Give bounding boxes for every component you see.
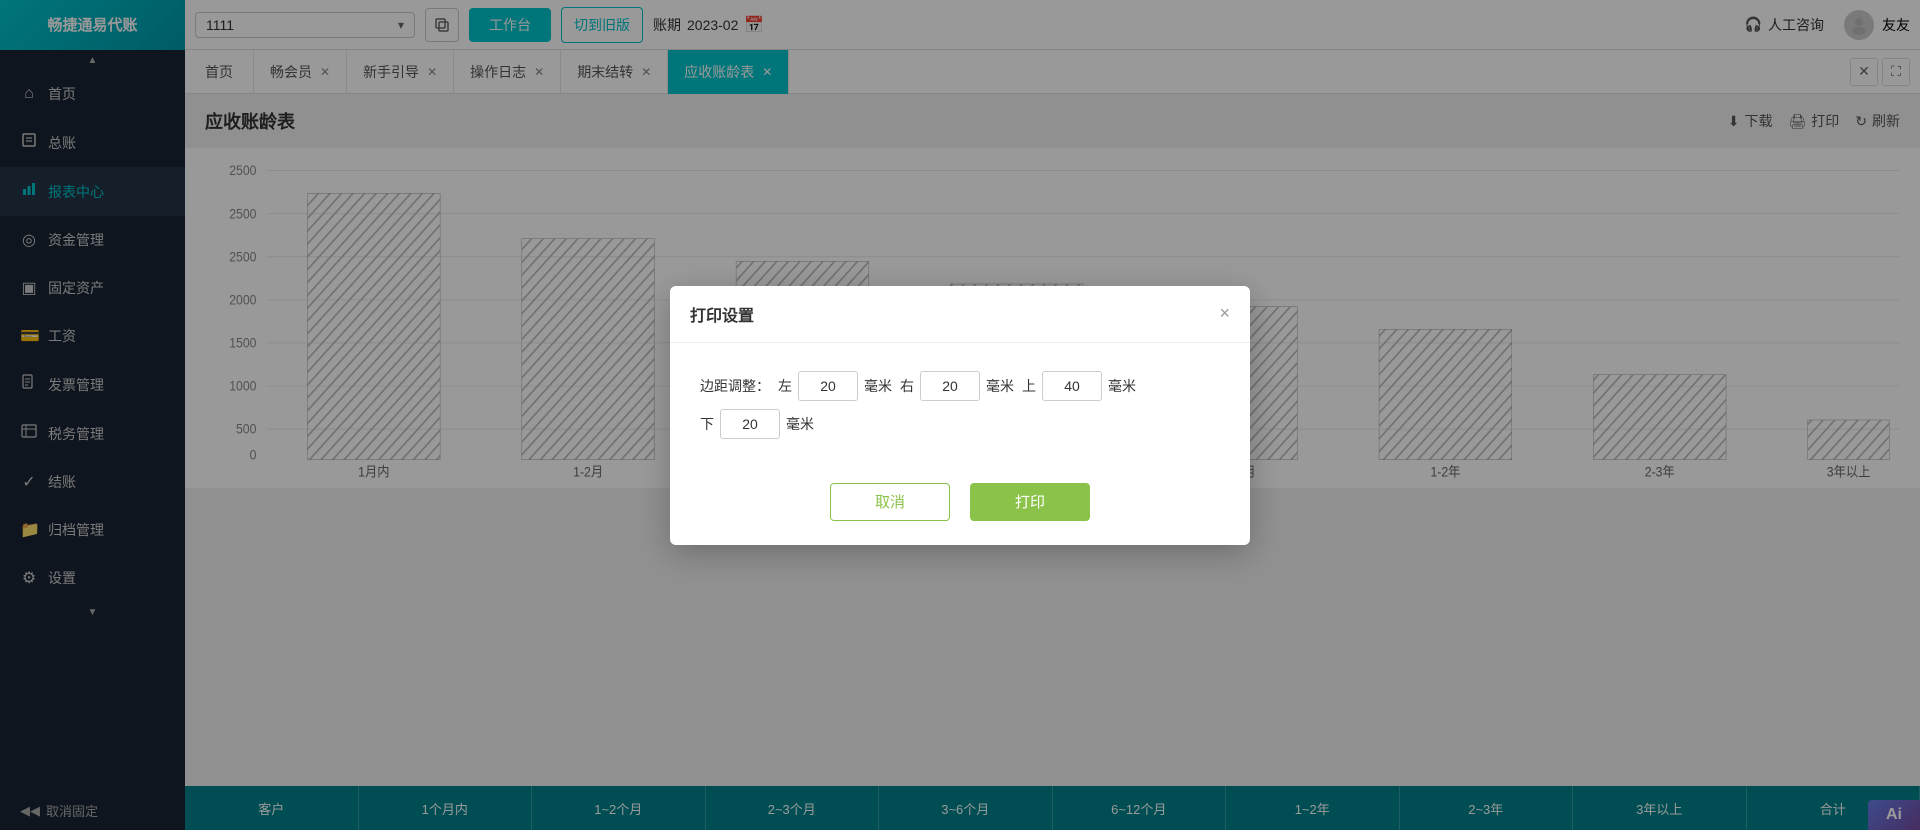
dialog-overlay: 打印设置 × 边距调整： 左 毫米 右 毫米 上 毫米 (0, 0, 1920, 830)
margin-bottom-input[interactable] (720, 409, 780, 439)
margin-label: 边距调整： (700, 376, 770, 396)
dialog-header: 打印设置 × (670, 286, 1250, 343)
left-direction-label: 左 (778, 376, 792, 396)
top-direction-label: 上 (1022, 376, 1036, 396)
right-direction-label: 右 (900, 376, 914, 396)
dialog-close-button[interactable]: × (1219, 303, 1230, 324)
margin-left-group: 左 毫米 (778, 371, 892, 401)
right-unit-label: 毫米 (986, 376, 1014, 396)
margin-row: 边距调整： 左 毫米 右 毫米 上 毫米 下 (700, 371, 1220, 439)
left-unit-label: 毫米 (864, 376, 892, 396)
dialog-footer: 取消 打印 (670, 467, 1250, 545)
margin-bottom-group: 下 毫米 (700, 409, 814, 439)
margin-top-group: 上 毫米 (1022, 371, 1136, 401)
top-unit-label: 毫米 (1108, 376, 1136, 396)
print-settings-dialog: 打印设置 × 边距调整： 左 毫米 右 毫米 上 毫米 (670, 286, 1250, 545)
dialog-title: 打印设置 (690, 302, 754, 326)
bottom-direction-label: 下 (700, 414, 714, 434)
dialog-body: 边距调整： 左 毫米 右 毫米 上 毫米 下 (670, 343, 1250, 467)
bottom-unit-label: 毫米 (786, 414, 814, 434)
margin-top-input[interactable] (1042, 371, 1102, 401)
margin-right-group: 右 毫米 (900, 371, 1014, 401)
cancel-button[interactable]: 取消 (830, 483, 950, 521)
margin-left-input[interactable] (798, 371, 858, 401)
margin-right-input[interactable] (920, 371, 980, 401)
confirm-print-button[interactable]: 打印 (970, 483, 1090, 521)
